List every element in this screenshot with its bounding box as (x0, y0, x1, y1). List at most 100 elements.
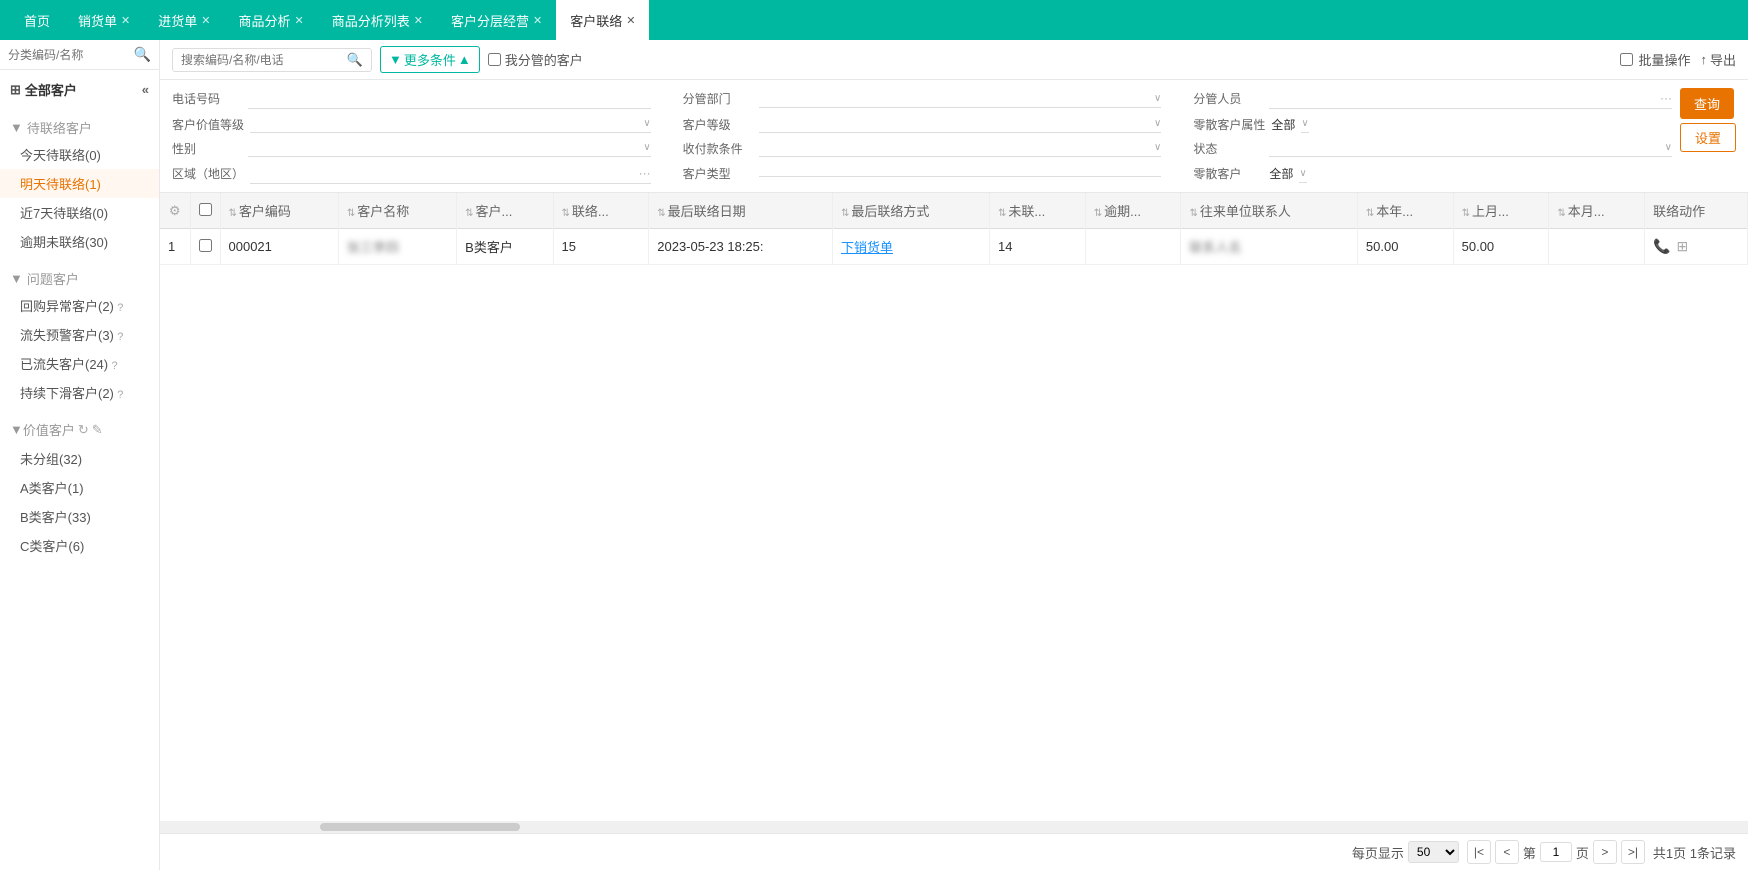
customer-value-level-select[interactable]: ∨ (250, 115, 651, 133)
sort-icon-company-contact[interactable]: ⇅ (1189, 208, 1197, 219)
export-button[interactable]: ↑ 导出 (1700, 50, 1736, 69)
customer-type-select[interactable] (759, 170, 1162, 177)
per-page-select[interactable]: 50 100 200 (1408, 841, 1459, 863)
problem-customer-group-label[interactable]: ▼ 问题客户 (0, 264, 159, 291)
close-product-analysis-icon[interactable]: ✕ (295, 14, 304, 27)
close-customer-contact-icon[interactable]: ✕ (626, 14, 635, 27)
col-last-month: ⇅上月... (1453, 193, 1549, 229)
sidebar-item-overdue-pending[interactable]: 逾期未联络(30) (0, 227, 159, 256)
help-icon-3: ? (111, 360, 117, 372)
select-all-checkbox[interactable] (199, 203, 212, 216)
sort-icon-last-date[interactable]: ⇅ (657, 208, 665, 219)
sidebar-item-lost-warning[interactable]: 流失预警客户(3) ? (0, 320, 159, 349)
collapse-icon[interactable]: « (142, 82, 149, 97)
scrollbar-thumb[interactable] (320, 823, 520, 831)
first-page-button[interactable]: |< (1467, 840, 1491, 864)
retail-customer-select[interactable]: ∨ (1299, 165, 1306, 183)
sidebar-item-declining[interactable]: 持续下滑客户(2) ? (0, 378, 159, 407)
last-page-button[interactable]: >| (1621, 840, 1645, 864)
phone-input[interactable] (248, 88, 651, 109)
sidebar-item-today-pending[interactable]: 今天待联络(0) (0, 140, 159, 169)
status-select[interactable]: ∨ (1269, 139, 1672, 157)
gender-select[interactable]: ∨ (248, 139, 651, 157)
sidebar-item-b-class[interactable]: B类客户(33) (0, 502, 159, 531)
checkbox-header[interactable] (190, 193, 220, 229)
person-select[interactable]: ··· (1269, 88, 1672, 109)
close-product-analysis-list-icon[interactable]: ✕ (414, 14, 423, 27)
pending-contact-group-label[interactable]: ▼ 待联络客户 (0, 113, 159, 140)
col-last-method: ⇅最后联络方式 (832, 193, 989, 229)
close-customer-tier-icon[interactable]: ✕ (533, 14, 542, 27)
sort-icon-contacts[interactable]: ⇅ (562, 208, 570, 219)
retail-attr-select[interactable]: ∨ (1301, 115, 1308, 133)
refresh-icon[interactable]: ↻ (78, 422, 89, 438)
col-name: ⇅客户名称 (338, 193, 456, 229)
sort-icon-name[interactable]: ⇅ (347, 208, 355, 219)
row-this-year: 50.00 (1357, 229, 1453, 265)
nav-customer-contact[interactable]: 客户联络 ✕ (556, 0, 649, 40)
nav-purchase-order[interactable]: 进货单 ✕ (144, 0, 224, 40)
sidebar-item-tomorrow-pending[interactable]: 明天待联络(1) (0, 169, 159, 198)
table-header-row: ⚙ ⇅客户编码 ⇅客户名称 ⇅客户... ⇅联络... ⇅最后联络日期 ⇅最后联… (160, 193, 1748, 229)
nav-product-analysis[interactable]: 商品分析 ✕ (224, 0, 317, 40)
last-method-link[interactable]: 下销货单 (841, 240, 893, 255)
sort-icon-type[interactable]: ⇅ (465, 208, 473, 219)
person-label: 分管人员 (1193, 90, 1263, 107)
search-input[interactable] (181, 53, 347, 67)
all-customers-header[interactable]: ⊞ 全部客户 « (0, 74, 159, 105)
next-page-button[interactable]: > (1593, 840, 1617, 864)
close-purchase-order-icon[interactable]: ✕ (201, 14, 210, 27)
batch-operation-button[interactable]: 批量操作 (1620, 50, 1690, 69)
filter-gender: 性别 ∨ (172, 139, 651, 157)
nav-sales-order[interactable]: 销货单 ✕ (64, 0, 144, 40)
settings-header[interactable]: ⚙ (160, 193, 190, 229)
set-button[interactable]: 设置 (1680, 123, 1736, 152)
sidebar-item-repurchase-abnormal[interactable]: 回购异常客户(2) ? (0, 291, 159, 320)
my-customers-checkbox-label[interactable]: 我分管的客户 (488, 50, 583, 69)
customer-level-select[interactable]: ∨ (759, 115, 1162, 133)
sort-icon-this-month[interactable]: ⇅ (1557, 208, 1565, 219)
sort-icon-no-contact[interactable]: ⇅ (998, 208, 1006, 219)
row-no: 1 (160, 229, 190, 265)
row-checkbox[interactable] (190, 229, 220, 265)
sort-icon-last-month[interactable]: ⇅ (1462, 208, 1470, 219)
sidebar-item-c-class[interactable]: C类客户(6) (0, 531, 159, 560)
sidebar-item-week-pending[interactable]: 近7天待联络(0) (0, 198, 159, 227)
nav-customer-tier[interactable]: 客户分层经营 ✕ (437, 0, 556, 40)
my-customers-checkbox[interactable] (488, 53, 501, 66)
sidebar-item-ungrouped[interactable]: 未分组(32) (0, 444, 159, 473)
scrollbar-area[interactable] (160, 821, 1748, 833)
problem-customer-section: ▼ 问题客户 回购异常客户(2) ? 流失预警客户(3) ? 已流失客户(24)… (0, 260, 159, 411)
contact-phone-icon[interactable]: 📞 (1653, 238, 1670, 255)
query-button[interactable]: 查询 (1680, 88, 1734, 119)
action-grid-icon[interactable]: ⊞ (1677, 238, 1689, 255)
sidebar-search-input[interactable] (8, 48, 134, 62)
sidebar-item-lost[interactable]: 已流失客户(24) ? (0, 349, 159, 378)
batch-checkbox[interactable] (1620, 53, 1633, 66)
dept-select[interactable]: ∨ (759, 90, 1162, 108)
sidebar-item-a-class[interactable]: A类客户(1) (0, 473, 159, 502)
edit-icon[interactable]: ✎ (92, 422, 103, 438)
dots-icon: ··· (1660, 91, 1672, 105)
search-icon[interactable]: 🔍 (347, 52, 363, 68)
filter-person: 分管人员 ··· (1193, 88, 1672, 109)
row-last-month: 50.00 (1453, 229, 1549, 265)
filter-action-buttons: 查询 设置 (1680, 88, 1736, 184)
page-input[interactable] (1540, 842, 1572, 862)
region-select[interactable]: ··· (250, 163, 651, 184)
nav-product-analysis-list[interactable]: 商品分析列表 ✕ (318, 0, 437, 40)
content-area: 🔍 ▼ 更多条件 ▲ 我分管的客户 批量操作 ↑ 导出 (160, 40, 1748, 870)
retail-attr-label: 零散客户属性 (1193, 116, 1265, 133)
sidebar-search-icon[interactable]: 🔍 (134, 46, 151, 63)
sort-icon-this-year[interactable]: ⇅ (1366, 208, 1374, 219)
close-sales-order-icon[interactable]: ✕ (121, 14, 130, 27)
sort-icon-overdue[interactable]: ⇅ (1094, 208, 1102, 219)
prev-page-button[interactable]: < (1495, 840, 1519, 864)
filter-phone: 电话号码 (172, 88, 651, 109)
more-filter-button[interactable]: ▼ 更多条件 ▲ (380, 46, 480, 73)
col-contacts: ⇅联络... (553, 193, 649, 229)
payment-select[interactable]: ∨ (759, 139, 1162, 157)
nav-home[interactable]: 首页 (10, 0, 64, 40)
sort-icon-last-method[interactable]: ⇅ (841, 208, 849, 219)
sort-icon-code[interactable]: ⇅ (229, 208, 237, 219)
